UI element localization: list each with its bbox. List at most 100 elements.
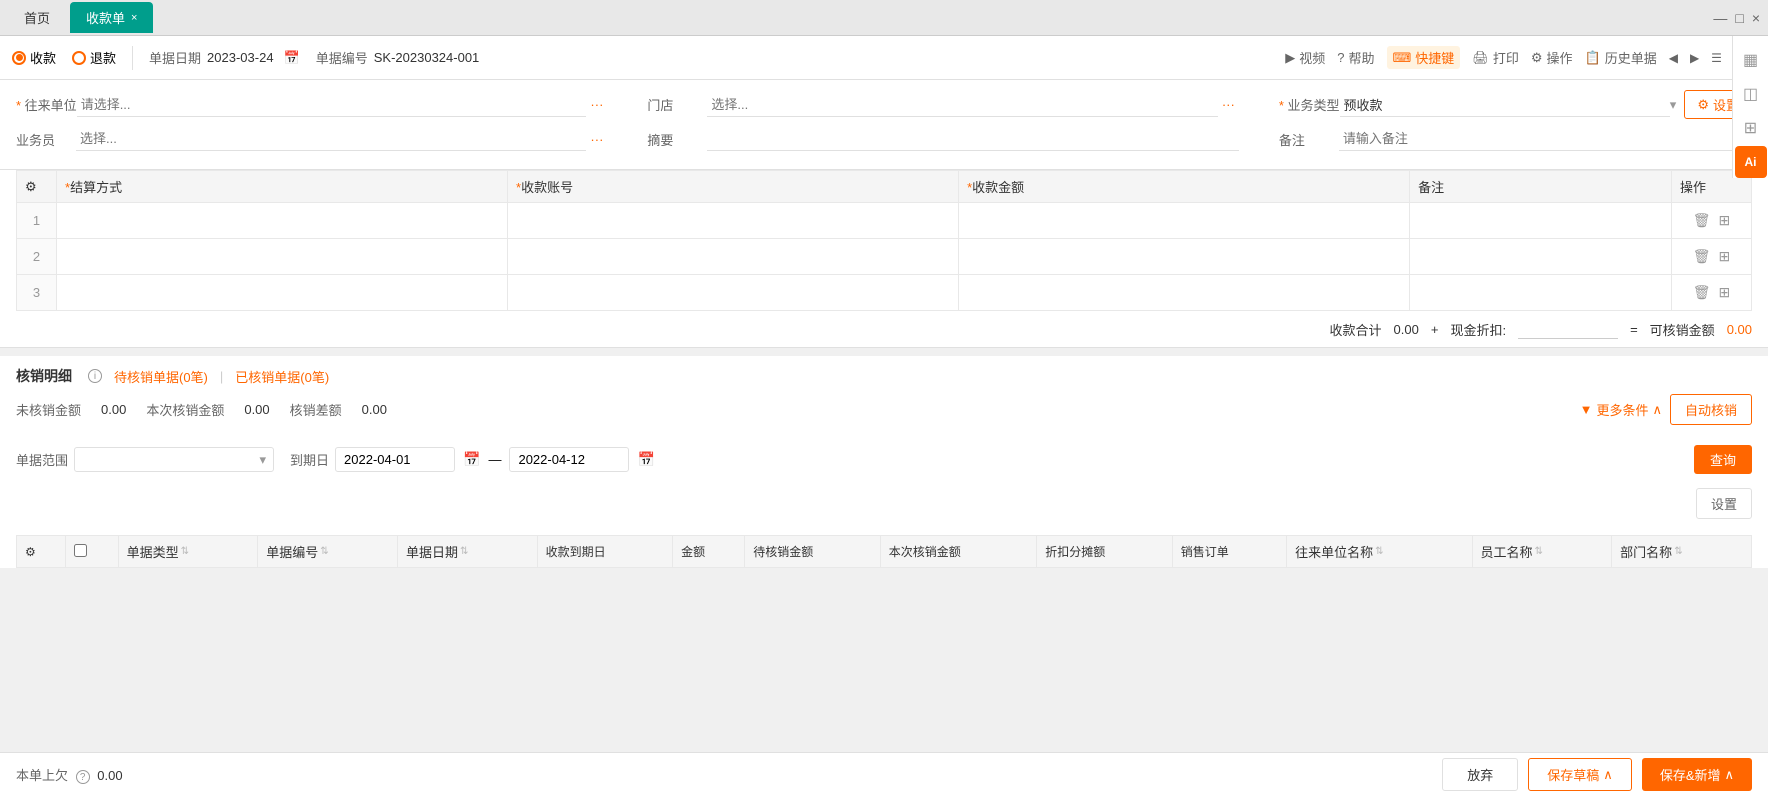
row-1-delete-icon[interactable]: 🗑 (1693, 212, 1711, 229)
print-label: 打印 (1493, 48, 1519, 67)
tab-home[interactable]: 首页 (8, 2, 66, 33)
operation-label: 操作 (1546, 48, 1572, 67)
remark-label: 备注 (1279, 130, 1339, 149)
date-value[interactable]: 2023-03-24 (207, 50, 274, 65)
window-maximize-icon[interactable]: □ (1735, 10, 1743, 26)
sidebar-icon-doc[interactable]: ◫ (1735, 78, 1767, 110)
more-conditions-btn[interactable]: ▼ 更多条件 ∧ (1580, 400, 1662, 419)
table-settings-btn[interactable]: 设置 (1696, 488, 1752, 519)
window-minimize-icon[interactable]: — (1713, 10, 1727, 26)
list-view-btn[interactable]: ☰ (1711, 51, 1722, 65)
row-1-settlement[interactable] (57, 203, 508, 239)
tab-active[interactable]: 收款单 × (70, 2, 153, 33)
salesman-more-btn[interactable]: ··· (586, 132, 607, 147)
save-new-btn[interactable]: 保存&新增 ∧ (1642, 758, 1752, 791)
date-to-icon[interactable]: 📅 (637, 451, 654, 468)
row-1-copy-icon[interactable]: ⊞ (1719, 212, 1731, 229)
discount-input[interactable] (1518, 319, 1618, 339)
date-to-input[interactable] (509, 447, 629, 472)
row-3-copy-icon[interactable]: ⊞ (1719, 284, 1731, 301)
salesman-label: 业务员 (16, 130, 76, 149)
verify-filters: 单据范围 ▾ 到期日 📅 — 📅 查询 (16, 435, 1752, 484)
biz-type-input[interactable] (1340, 93, 1670, 117)
bth-number: 单据编号⇅ (258, 536, 398, 568)
query-btn[interactable]: 查询 (1694, 445, 1752, 474)
verify-info-icon[interactable]: i (88, 369, 102, 383)
footer-actions: 放弃 保存草稿 ∧ 保存&新增 ∧ (1442, 758, 1752, 791)
row-3-remark[interactable] (1410, 275, 1672, 311)
current-label: 本次核销金额 (146, 400, 224, 419)
number-sort-icon[interactable]: ⇅ (320, 546, 328, 557)
row-3-account[interactable] (508, 275, 959, 311)
summary-input[interactable] (707, 127, 1238, 151)
counterpart-more-btn[interactable]: ··· (586, 97, 607, 112)
tab-close-icon[interactable]: × (131, 12, 137, 24)
auto-clear-btn[interactable]: 自动核销 (1670, 394, 1752, 425)
radio-group: 收款 退款 (12, 48, 116, 67)
print-btn[interactable]: 🖨 打印 (1472, 48, 1519, 67)
table-settings-th[interactable]: ⚙ (17, 171, 57, 203)
radio-income-dot (12, 51, 26, 65)
bth-settings[interactable]: ⚙ (17, 536, 66, 568)
row-2-remark[interactable] (1410, 239, 1672, 275)
biz-type-dropdown-icon[interactable]: ▾ (1670, 97, 1677, 113)
row-3-delete-icon[interactable]: 🗑 (1693, 284, 1711, 301)
salesman-input[interactable] (76, 127, 586, 151)
tab-sep: | (220, 369, 223, 384)
pending-tab[interactable]: 待核销单据(0笔) (114, 367, 208, 386)
employee-sort-icon[interactable]: ⇅ (1535, 546, 1543, 557)
help-icon: ? (1337, 50, 1344, 65)
sidebar-icon-table[interactable]: ▦ (1735, 44, 1767, 76)
done-tab[interactable]: 已核销单据(0笔) (235, 367, 329, 386)
date-from-icon[interactable]: 📅 (463, 451, 480, 468)
biz-type-label: 业务类型 (1279, 95, 1340, 114)
table-row: 2 🗑 ⊞ (17, 239, 1752, 275)
nav-prev-btn[interactable]: ◀ (1669, 51, 1678, 65)
save-draft-btn[interactable]: 保存草稿 ∧ (1528, 758, 1632, 791)
store-input[interactable] (707, 93, 1217, 117)
plus-sign: + (1431, 322, 1439, 337)
row-3-settlement[interactable] (57, 275, 508, 311)
nav-next-btn[interactable]: ▶ (1690, 51, 1699, 65)
sidebar-icon-attach[interactable]: ⊞ (1735, 112, 1767, 144)
date-from-input[interactable] (335, 447, 455, 472)
remark-input[interactable] (1339, 127, 1752, 151)
range-select[interactable] (74, 447, 274, 472)
row-2-settlement[interactable] (57, 239, 508, 275)
row-3-amount[interactable] (959, 275, 1410, 311)
row-1-remark[interactable] (1410, 203, 1672, 239)
stat-info-icon[interactable]: ? (76, 770, 90, 784)
row-2-delete-icon[interactable]: 🗑 (1693, 248, 1711, 265)
shortcut-icon: ⌨ (1393, 50, 1412, 66)
video-label: 视频 (1299, 48, 1325, 67)
radio-refund[interactable]: 退款 (72, 48, 116, 67)
table-row: 3 🗑 ⊞ (17, 275, 1752, 311)
verify-section: 核销明细 i 待核销单据(0笔) | 已核销单据(0笔) 未核销金额 0.00 … (0, 356, 1768, 535)
form-row-1: 往来单位 ··· 门店 ··· 业务类型 ▾ ⚙ 设置 (16, 90, 1752, 119)
number-value[interactable]: SK-20230324-001 (374, 50, 480, 65)
help-btn[interactable]: ? 帮助 (1337, 48, 1374, 67)
select-all-checkbox[interactable] (74, 544, 87, 557)
shortcut-btn[interactable]: ⌨ 快捷键 (1387, 46, 1461, 69)
window-close-icon[interactable]: × (1752, 10, 1760, 26)
operation-btn[interactable]: ⚙ 操作 (1531, 48, 1573, 67)
bth-date: 单据日期⇅ (397, 536, 537, 568)
radio-income[interactable]: 收款 (12, 48, 56, 67)
row-1-account[interactable] (508, 203, 959, 239)
sidebar-icon-ai[interactable]: Ai (1735, 146, 1767, 178)
counterpart-sort-icon[interactable]: ⇅ (1375, 546, 1383, 557)
counterpart-input[interactable] (77, 93, 587, 117)
date-sort-icon[interactable]: ⇅ (460, 546, 468, 557)
row-1-amount[interactable] (959, 203, 1410, 239)
row-2-copy-icon[interactable]: ⊞ (1719, 248, 1731, 265)
type-sort-icon[interactable]: ⇅ (181, 546, 189, 557)
video-btn[interactable]: ▶ 视频 (1285, 48, 1325, 67)
dept-sort-icon[interactable]: ⇅ (1674, 546, 1682, 557)
discard-btn[interactable]: 放弃 (1442, 758, 1518, 791)
store-more-btn[interactable]: ··· (1218, 97, 1239, 112)
date-range: 📅 — 📅 (335, 447, 655, 472)
calendar-icon[interactable]: 📅 (284, 50, 300, 66)
history-btn[interactable]: 📋 历史单据 (1585, 48, 1657, 67)
row-2-account[interactable] (508, 239, 959, 275)
row-2-amount[interactable] (959, 239, 1410, 275)
